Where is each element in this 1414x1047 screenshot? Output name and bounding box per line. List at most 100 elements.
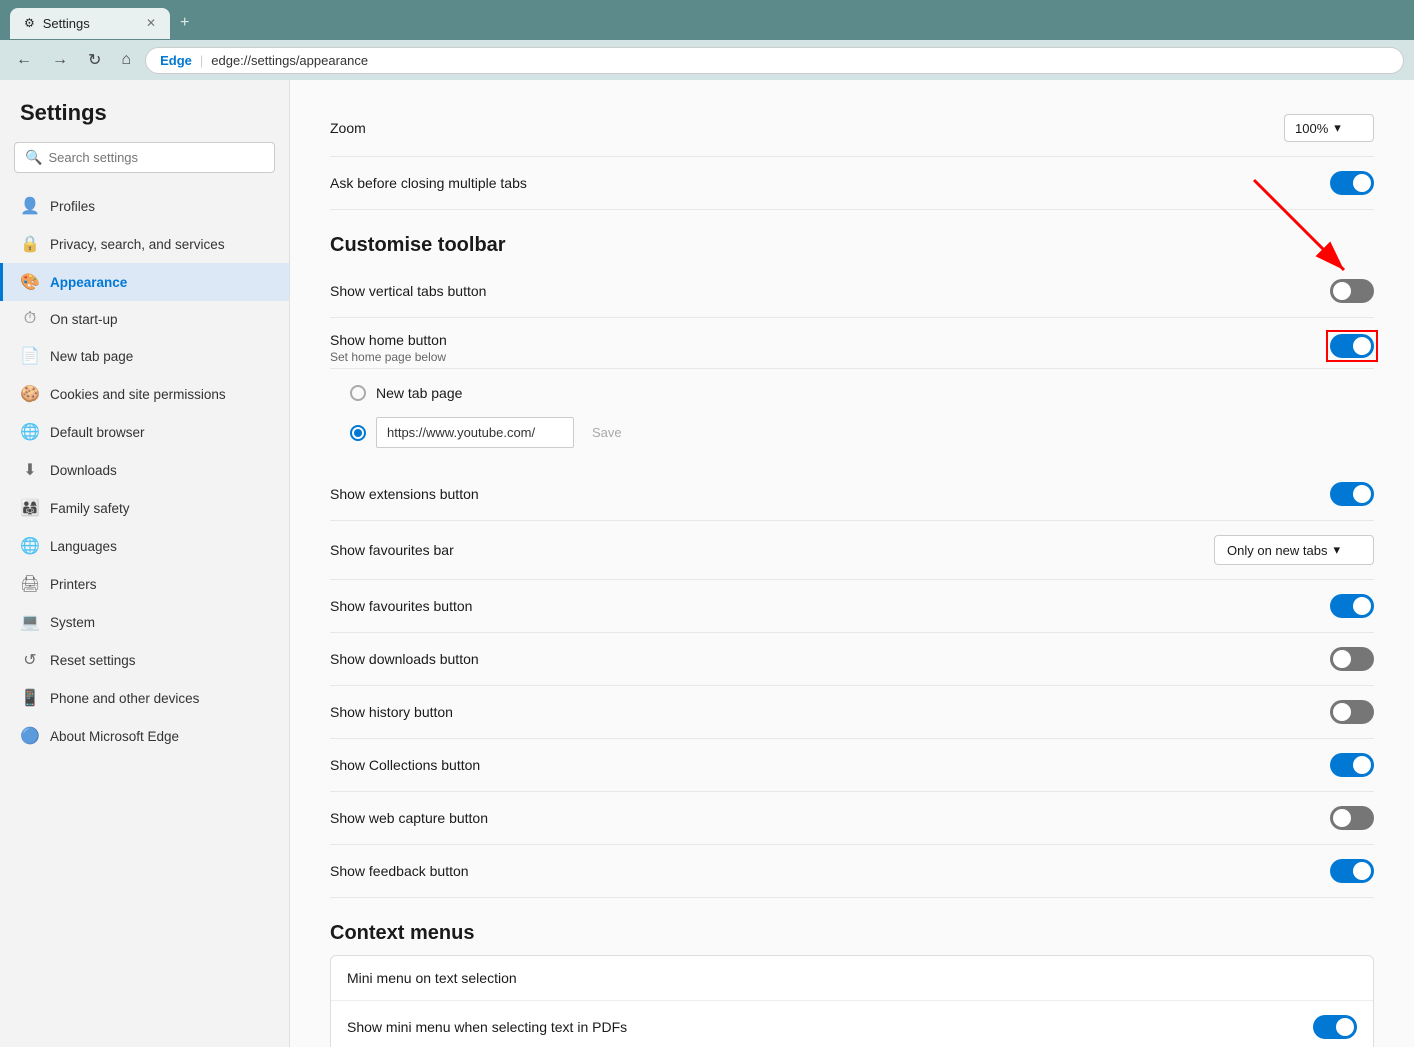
newtab-icon: 📄	[20, 346, 40, 366]
sidebar-item-label: Printers	[50, 577, 97, 592]
favourites-button-label: Show favourites button	[330, 598, 472, 614]
search-box[interactable]: 🔍	[14, 142, 275, 173]
sidebar-item-label: About Microsoft Edge	[50, 729, 179, 744]
favourites-button-toggle[interactable]	[1330, 594, 1374, 618]
default-browser-icon: 🌐	[20, 422, 40, 442]
mini-menu-pdf-toggle[interactable]	[1313, 1015, 1357, 1039]
radio-newtab-label: New tab page	[376, 385, 462, 401]
collections-button-toggle[interactable]	[1330, 753, 1374, 777]
home-page-radio-group: New tab page Save	[330, 369, 1374, 468]
vertical-tabs-toggle[interactable]	[1330, 279, 1374, 303]
address-separator: |	[200, 53, 203, 68]
search-icon: 🔍	[25, 149, 42, 166]
sidebar-item-default-browser[interactable]: 🌐 Default browser	[0, 413, 289, 451]
sidebar-item-startup[interactable]: ⏱ On start-up	[0, 301, 289, 337]
refresh-button[interactable]: ↻	[82, 46, 107, 74]
save-url-button[interactable]: Save	[584, 419, 630, 446]
extensions-button-label: Show extensions button	[330, 486, 479, 502]
favourites-bar-value: Only on new tabs	[1227, 543, 1327, 558]
startup-icon: ⏱	[20, 310, 40, 328]
zoom-value: 100%	[1295, 121, 1328, 136]
context-menus-section-title: Context menus	[330, 922, 1374, 945]
extensions-button-row: Show extensions button	[330, 468, 1374, 521]
home-button-toggle[interactable]	[1330, 334, 1374, 358]
zoom-label: Zoom	[330, 120, 366, 136]
history-button-row: Show history button	[330, 686, 1374, 739]
radio-url-item[interactable]: Save	[350, 407, 1374, 458]
content-area: Zoom 100% ▾ Ask before closing multiple …	[290, 80, 1414, 1047]
history-button-label: Show history button	[330, 704, 453, 720]
sidebar-item-system[interactable]: 💻 System	[0, 603, 289, 641]
back-button[interactable]: ←	[10, 47, 38, 73]
downloads-button-toggle[interactable]	[1330, 647, 1374, 671]
sidebar-item-label: Appearance	[50, 275, 127, 290]
tab-title: Settings	[43, 16, 90, 31]
home-button[interactable]: ⌂	[115, 47, 137, 73]
feedback-button-row: Show feedback button	[330, 845, 1374, 898]
chevron-down-icon: ▾	[1333, 542, 1340, 558]
sidebar-item-languages[interactable]: 🌐 Languages	[0, 527, 289, 565]
sidebar-item-label: New tab page	[50, 349, 133, 364]
sidebar-item-privacy[interactable]: 🔒 Privacy, search, and services	[0, 225, 289, 263]
sidebar-item-appearance[interactable]: 🎨 Appearance	[0, 263, 289, 301]
sidebar-item-label: Privacy, search, and services	[50, 237, 225, 252]
feedback-button-toggle[interactable]	[1330, 859, 1374, 883]
webcapture-button-toggle[interactable]	[1330, 806, 1374, 830]
languages-icon: 🌐	[20, 536, 40, 556]
family-safety-icon: 👨‍👩‍👧	[20, 498, 40, 518]
sidebar-item-profiles[interactable]: 👤 Profiles	[0, 187, 289, 225]
address-bar[interactable]: Edge | edge://settings/appearance	[145, 47, 1404, 74]
radio-newtab-circle[interactable]	[350, 385, 366, 401]
ask-close-tabs-toggle[interactable]	[1330, 171, 1374, 195]
sidebar-title: Settings	[0, 96, 289, 142]
privacy-icon: 🔒	[20, 234, 40, 254]
reset-icon: ↺	[20, 650, 40, 670]
sidebar-item-label: System	[50, 615, 95, 630]
sidebar-item-printers[interactable]: 🖨 Printers	[0, 565, 289, 603]
sidebar-item-label: Downloads	[50, 463, 117, 478]
webcapture-button-label: Show web capture button	[330, 810, 488, 826]
ask-close-tabs-row: Ask before closing multiple tabs	[330, 157, 1374, 210]
sidebar-item-newtab[interactable]: 📄 New tab page	[0, 337, 289, 375]
sidebar-item-phone[interactable]: 📱 Phone and other devices	[0, 679, 289, 717]
radio-newtab-item[interactable]: New tab page	[350, 379, 1374, 407]
phone-icon: 📱	[20, 688, 40, 708]
system-icon: 💻	[20, 612, 40, 632]
sidebar-item-label: On start-up	[50, 312, 118, 327]
sidebar-item-label: Phone and other devices	[50, 691, 199, 706]
favourites-bar-dropdown[interactable]: Only on new tabs ▾	[1214, 535, 1374, 565]
favourites-bar-row: Show favourites bar Only on new tabs ▾	[330, 521, 1374, 580]
home-button-label: Show home button	[330, 332, 447, 348]
favourites-bar-label: Show favourites bar	[330, 542, 454, 558]
home-button-sublabel: Set home page below	[330, 350, 447, 364]
printers-icon: 🖨	[20, 574, 40, 594]
search-input[interactable]	[48, 150, 264, 165]
zoom-dropdown[interactable]: 100% ▾	[1284, 114, 1374, 142]
sidebar-item-family-safety[interactable]: 👨‍👩‍👧 Family safety	[0, 489, 289, 527]
profiles-icon: 👤	[20, 196, 40, 216]
history-button-toggle[interactable]	[1330, 700, 1374, 724]
home-button-row: Show home button Set home page below	[330, 318, 1374, 369]
main-layout: Settings 🔍 👤 Profiles 🔒 Privacy, search,…	[0, 80, 1414, 1047]
close-tab-button[interactable]: ✕	[146, 16, 156, 30]
extensions-button-toggle[interactable]	[1330, 482, 1374, 506]
forward-button[interactable]: →	[46, 47, 74, 73]
sidebar-item-label: Default browser	[50, 425, 145, 440]
mini-menu-pdf-row: Show mini menu when selecting text in PD…	[331, 1000, 1373, 1047]
vertical-tabs-row: Show vertical tabs button	[330, 265, 1374, 318]
address-url: edge://settings/appearance	[211, 53, 368, 68]
collections-button-row: Show Collections button	[330, 739, 1374, 792]
sidebar-item-downloads[interactable]: ⬇ Downloads	[0, 451, 289, 489]
tab-bar: ⚙ Settings ✕ +	[0, 0, 1414, 40]
appearance-icon: 🎨	[20, 272, 40, 292]
sidebar-item-reset[interactable]: ↺ Reset settings	[0, 641, 289, 679]
url-input[interactable]	[376, 417, 574, 448]
chevron-down-icon: ▾	[1334, 120, 1341, 136]
sidebar-item-label: Languages	[50, 539, 117, 554]
sidebar-item-label: Cookies and site permissions	[50, 387, 226, 402]
new-tab-button[interactable]: +	[172, 6, 197, 40]
radio-url-circle[interactable]	[350, 425, 366, 441]
sidebar-item-cookies[interactable]: 🍪 Cookies and site permissions	[0, 375, 289, 413]
sidebar-item-about[interactable]: 🔵 About Microsoft Edge	[0, 717, 289, 755]
active-tab[interactable]: ⚙ Settings ✕	[10, 8, 170, 39]
